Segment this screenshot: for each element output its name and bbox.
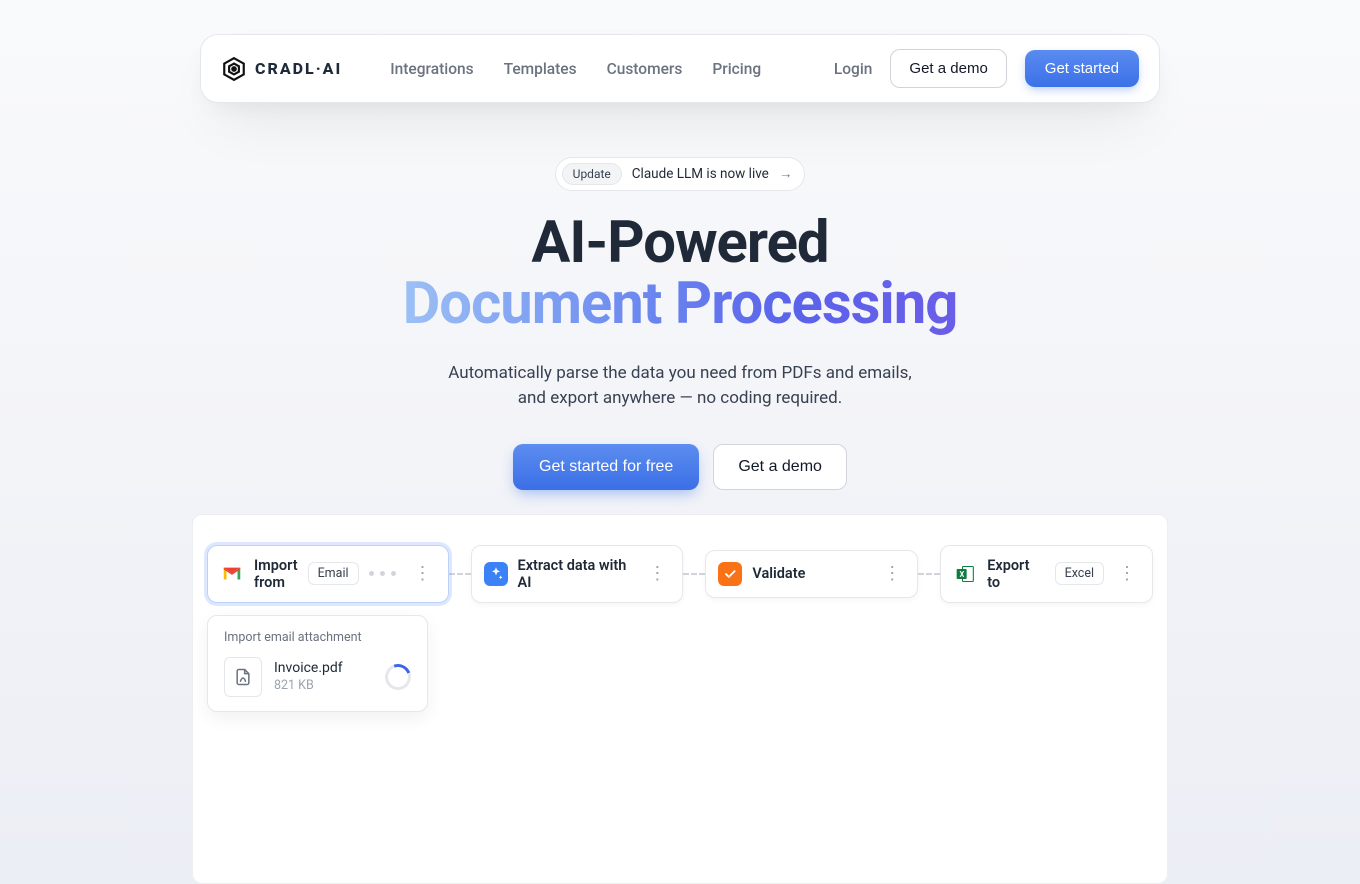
update-badge: Update [562,163,622,185]
step-title: Export to [987,557,1044,591]
detail-header: Import email attachment [224,630,411,645]
excel-icon [953,562,977,586]
nav-templates[interactable]: Templates [504,60,577,78]
sparkle-icon [484,562,508,586]
file-size: 821 KB [274,678,343,693]
update-pill[interactable]: Update Claude LLM is now live → [555,157,806,191]
hero-title-line1: AI-Powered [531,209,828,277]
step-progress-dots [369,571,396,576]
nav-links: Integrations Templates Customers Pricing [390,60,761,78]
gmail-icon [220,562,244,586]
login-link[interactable]: Login [834,60,873,78]
hero-title-line2: Document Processing [403,270,958,338]
workflow-step-extract[interactable]: Extract data with AI ⋮ [471,545,684,603]
nav-customers[interactable]: Customers [607,60,683,78]
file-name: Invoice.pdf [274,660,343,676]
brand-logo[interactable]: CRADL·AI [221,56,342,82]
workflow-step-import[interactable]: Import from Email ⋮ [207,545,449,603]
more-icon[interactable]: ⋮ [644,563,670,584]
export-dest-chip: Excel [1055,562,1104,585]
brand-name: CRADL·AI [255,59,342,78]
workflow-step-validate[interactable]: Validate ⋮ [705,550,918,598]
update-text: Claude LLM is now live [632,166,769,182]
import-detail-card: Import email attachment Invoice.pdf 821 … [207,615,428,712]
hero: Update Claude LLM is now live → AI-Power… [0,157,1360,490]
pdf-file-icon [224,657,262,697]
step-title: Import from [254,557,298,591]
get-started-button[interactable]: Get started [1025,50,1139,87]
connector [449,573,471,575]
step-title: Validate [752,565,805,582]
loading-spinner-icon [381,660,416,695]
more-icon[interactable]: ⋮ [1114,563,1140,584]
step-title: Extract data with AI [518,557,635,591]
import-source-chip: Email [308,562,359,585]
arrow-right-icon: → [779,166,793,182]
connector [918,573,940,575]
workflow-step-export[interactable]: Export to Excel ⋮ [940,545,1153,603]
hero-subtitle: Automatically parse the data you need fr… [20,361,1340,412]
more-icon[interactable]: ⋮ [410,563,436,584]
nav-integrations[interactable]: Integrations [390,60,473,78]
top-nav: CRADL·AI Integrations Templates Customer… [200,34,1160,103]
hero-get-demo-button[interactable]: Get a demo [713,444,847,490]
hero-title: AI-Powered Document Processing [20,213,1340,335]
nav-pricing[interactable]: Pricing [712,60,761,78]
hero-get-started-button[interactable]: Get started for free [513,444,699,490]
connector [683,573,705,575]
hexagon-icon [221,56,247,82]
workflow-canvas: Import from Email ⋮ Extract data with AI… [192,514,1168,884]
more-icon[interactable]: ⋮ [879,563,905,584]
shield-check-icon [718,562,742,586]
get-demo-button[interactable]: Get a demo [890,49,1006,88]
